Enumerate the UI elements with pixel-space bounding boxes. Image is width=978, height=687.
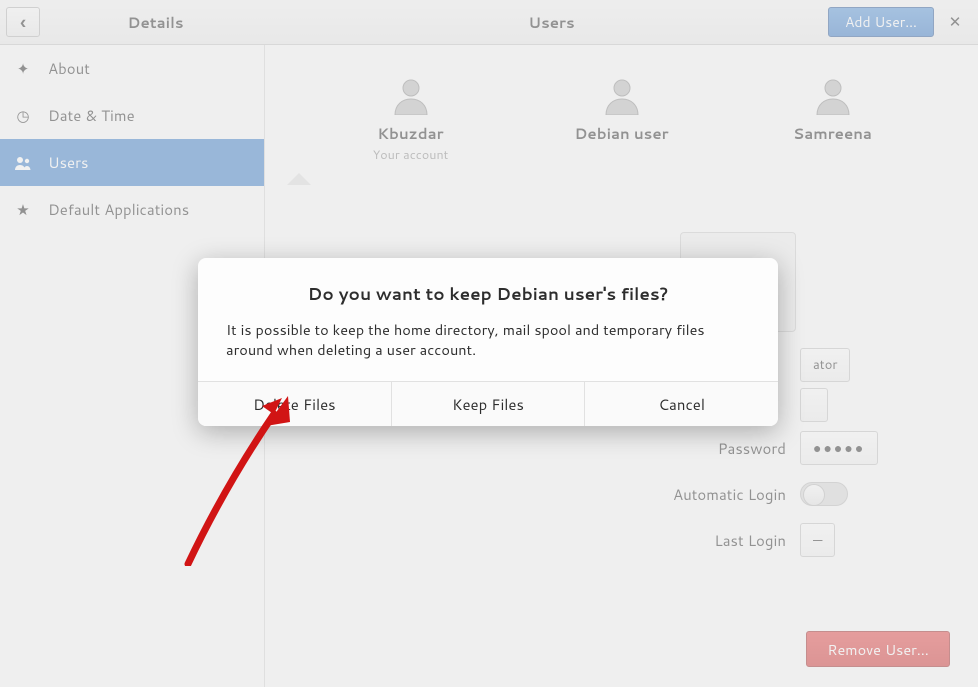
dialog-actions: Delete Files Keep Files Cancel: [198, 381, 778, 426]
keep-files-button[interactable]: Keep Files: [392, 382, 586, 426]
dialog-message: It is possible to keep the home director…: [226, 320, 750, 359]
dialog-title: Do you want to keep Debian user's files?: [226, 282, 750, 306]
delete-files-button[interactable]: Delete Files: [198, 382, 392, 426]
confirm-delete-dialog: Do you want to keep Debian user's files?…: [198, 258, 778, 426]
cancel-button[interactable]: Cancel: [585, 382, 778, 426]
